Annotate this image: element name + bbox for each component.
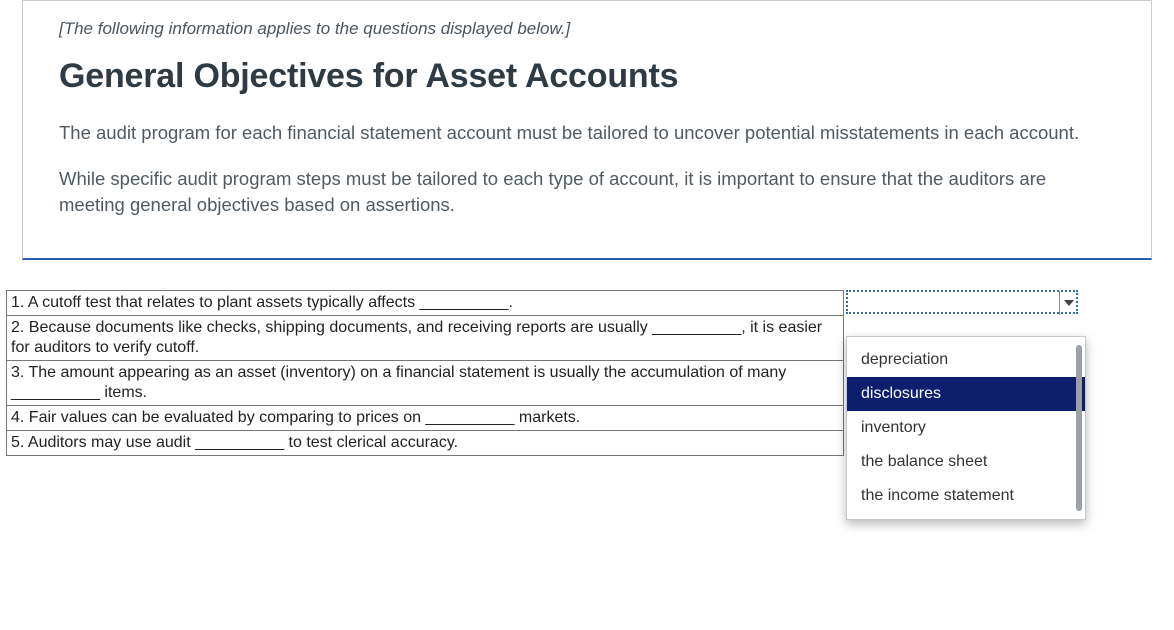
table-row: 1. A cutoff test that relates to plant a…: [7, 290, 844, 315]
dropdown-option[interactable]: depreciation: [847, 343, 1085, 377]
dropdown-option[interactable]: the balance sheet: [847, 445, 1085, 479]
table-row: 4. Fair values can be evaluated by compa…: [7, 405, 844, 430]
question-area: 1. A cutoff test that relates to plant a…: [0, 290, 1174, 456]
table-row: 2. Because documents like checks, shippi…: [7, 315, 844, 360]
question-cell: 1. A cutoff test that relates to plant a…: [7, 290, 844, 315]
question-cell: 2. Because documents like checks, shippi…: [7, 315, 844, 360]
question-cell: 3. The amount appearing as an asset (inv…: [7, 360, 844, 405]
page-title: General Objectives for Asset Accounts: [59, 57, 1115, 96]
dropdown-option[interactable]: the income statement: [847, 479, 1085, 513]
answer-dropdown[interactable]: [846, 290, 1078, 314]
paragraph-2: While specific audit program steps must …: [59, 166, 1115, 218]
table-row: 3. The amount appearing as an asset (inv…: [7, 360, 844, 405]
instruction-panel: [The following information applies to th…: [22, 0, 1152, 260]
table-row: 5. Auditors may use audit __________ to …: [7, 430, 844, 455]
dropdown-option[interactable]: disclosures: [847, 377, 1085, 411]
answer-dropdown-group: depreciation disclosures inventory the b…: [846, 290, 1078, 314]
question-cell: 4. Fair values can be evaluated by compa…: [7, 405, 844, 430]
scrollbar[interactable]: [1076, 345, 1082, 511]
chevron-down-icon[interactable]: [1059, 291, 1077, 315]
intro-note: [The following information applies to th…: [59, 19, 1115, 39]
question-cell: 5. Auditors may use audit __________ to …: [7, 430, 844, 455]
dropdown-menu: depreciation disclosures inventory the b…: [846, 336, 1086, 520]
dropdown-option[interactable]: inventory: [847, 411, 1085, 445]
questions-table: 1. A cutoff test that relates to plant a…: [6, 290, 844, 456]
paragraph-1: The audit program for each financial sta…: [59, 120, 1115, 146]
